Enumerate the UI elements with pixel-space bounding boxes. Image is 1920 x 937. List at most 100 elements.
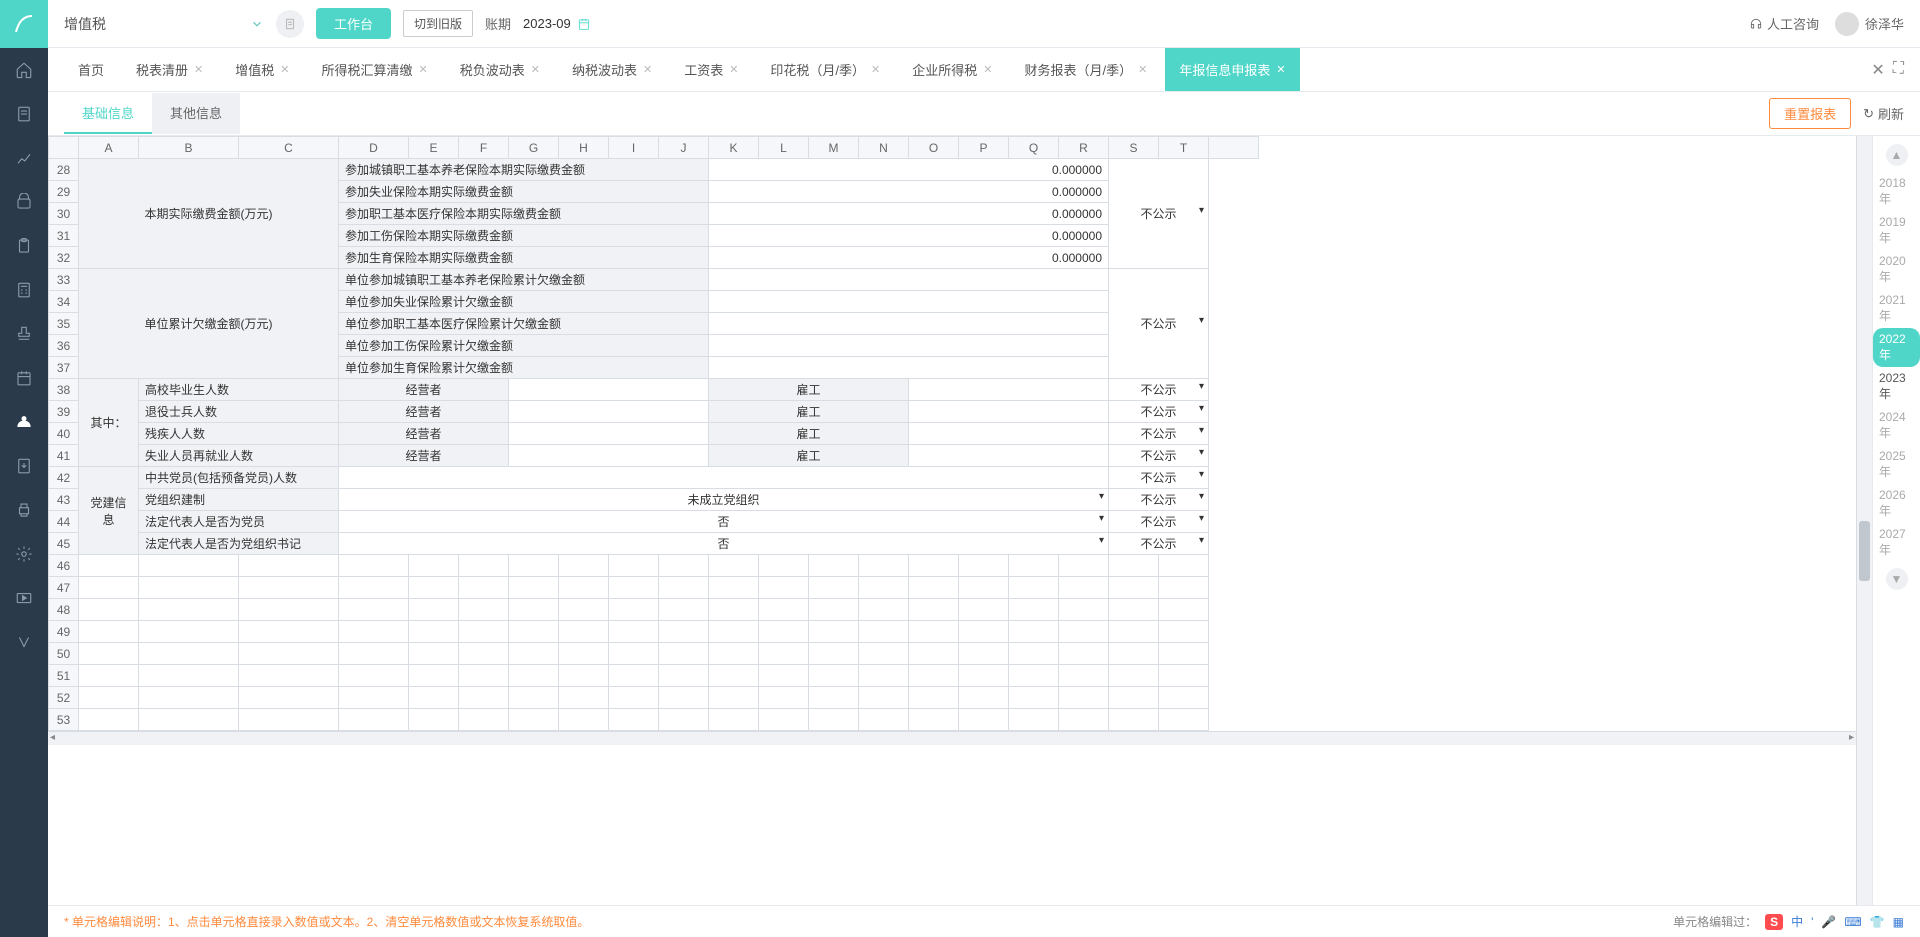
horizontal-scrollbar[interactable] xyxy=(48,731,1856,745)
empty-cell[interactable] xyxy=(1009,555,1059,577)
empty-cell[interactable] xyxy=(409,599,459,621)
empty-cell[interactable] xyxy=(79,621,139,643)
empty-cell[interactable] xyxy=(909,621,959,643)
col-header[interactable]: I xyxy=(609,137,659,159)
tab-close-icon[interactable]: ✕ xyxy=(1276,63,1285,76)
empty-cell[interactable] xyxy=(559,621,609,643)
nav-report-icon[interactable] xyxy=(14,412,34,432)
spreadsheet[interactable]: ABCDEFGHIJKLMNOPQRST28本期实际缴费金额(万元)参加城镇职工… xyxy=(48,136,1856,905)
workbench-button[interactable]: 工作台 xyxy=(316,8,391,39)
col-header[interactable]: J xyxy=(659,137,709,159)
col-header[interactable]: C xyxy=(239,137,339,159)
year-2022年[interactable]: 2022年 xyxy=(1873,328,1920,367)
empty-cell[interactable] xyxy=(139,643,239,665)
empty-cell[interactable] xyxy=(959,555,1009,577)
empty-cell[interactable] xyxy=(1109,555,1159,577)
empty-cell[interactable] xyxy=(659,599,709,621)
doc-icon-button[interactable] xyxy=(276,10,304,38)
vertical-scrollbar[interactable] xyxy=(1856,136,1872,905)
empty-cell[interactable] xyxy=(609,599,659,621)
empty-cell[interactable] xyxy=(139,599,239,621)
empty-cell[interactable] xyxy=(139,555,239,577)
empty-cell[interactable] xyxy=(659,621,709,643)
empty-cell[interactable] xyxy=(339,555,409,577)
publish-dropdown[interactable]: 不公示 xyxy=(1109,423,1209,445)
publish-dropdown[interactable]: 不公示 xyxy=(1109,269,1209,379)
empty-cell[interactable] xyxy=(239,665,339,687)
empty-cell[interactable] xyxy=(559,643,609,665)
empty-cell[interactable] xyxy=(959,687,1009,709)
empty-cell[interactable] xyxy=(509,621,559,643)
col-header[interactable]: G xyxy=(509,137,559,159)
empty-cell[interactable] xyxy=(809,577,859,599)
nav-export-icon[interactable] xyxy=(14,456,34,476)
empty-cell[interactable] xyxy=(239,577,339,599)
cell-value[interactable] xyxy=(709,269,1109,291)
cell-value[interactable]: 0.000000 xyxy=(709,247,1109,269)
empty-cell[interactable] xyxy=(609,709,659,731)
empty-cell[interactable] xyxy=(1009,687,1059,709)
empty-cell[interactable] xyxy=(859,709,909,731)
empty-cell[interactable] xyxy=(509,643,559,665)
tab-4[interactable]: 税负波动表✕ xyxy=(446,48,554,92)
empty-cell[interactable] xyxy=(759,555,809,577)
empty-cell[interactable] xyxy=(79,643,139,665)
empty-cell[interactable] xyxy=(709,665,759,687)
year-2027年[interactable]: 2027年 xyxy=(1873,523,1920,562)
tab-close-icon[interactable]: ✕ xyxy=(194,63,203,76)
tab-3[interactable]: 所得税汇算清缴✕ xyxy=(307,48,441,92)
empty-cell[interactable] xyxy=(1059,621,1109,643)
empty-cell[interactable] xyxy=(459,687,509,709)
empty-cell[interactable] xyxy=(859,687,909,709)
nav-bag-icon[interactable] xyxy=(14,192,34,212)
empty-cell[interactable] xyxy=(1159,577,1209,599)
empty-cell[interactable] xyxy=(609,621,659,643)
empty-cell[interactable] xyxy=(239,687,339,709)
empty-cell[interactable] xyxy=(1159,665,1209,687)
cell-value[interactable]: 0.000000 xyxy=(709,181,1109,203)
col-header[interactable]: K xyxy=(709,137,759,159)
empty-cell[interactable] xyxy=(759,665,809,687)
col-header[interactable]: Q xyxy=(1009,137,1059,159)
empty-cell[interactable] xyxy=(809,665,859,687)
empty-cell[interactable] xyxy=(409,709,459,731)
empty-cell[interactable] xyxy=(139,709,239,731)
empty-cell[interactable] xyxy=(809,643,859,665)
empty-cell[interactable] xyxy=(1109,599,1159,621)
col-header[interactable]: M xyxy=(809,137,859,159)
empty-cell[interactable] xyxy=(1009,709,1059,731)
empty-cell[interactable] xyxy=(559,599,609,621)
col-header[interactable]: R xyxy=(1059,137,1109,159)
empty-cell[interactable] xyxy=(909,643,959,665)
tab-10[interactable]: 年报信息申报表✕ xyxy=(1165,48,1299,92)
cell-value[interactable]: 未成立党组织 xyxy=(339,489,1109,511)
empty-cell[interactable] xyxy=(609,555,659,577)
publish-dropdown[interactable]: 不公示 xyxy=(1109,489,1209,511)
col-header[interactable] xyxy=(49,137,79,159)
empty-cell[interactable] xyxy=(459,621,509,643)
empty-cell[interactable] xyxy=(809,599,859,621)
empty-cell[interactable] xyxy=(1159,621,1209,643)
cell-value[interactable] xyxy=(509,423,709,445)
publish-dropdown[interactable]: 不公示 xyxy=(1109,533,1209,555)
empty-cell[interactable] xyxy=(559,687,609,709)
empty-cell[interactable] xyxy=(1059,599,1109,621)
empty-cell[interactable] xyxy=(959,709,1009,731)
empty-cell[interactable] xyxy=(959,665,1009,687)
col-header[interactable]: E xyxy=(409,137,459,159)
tab-close-icon[interactable]: ✕ xyxy=(871,63,880,76)
empty-cell[interactable] xyxy=(1159,709,1209,731)
nav-print-icon[interactable] xyxy=(14,500,34,520)
empty-cell[interactable] xyxy=(659,643,709,665)
empty-cell[interactable] xyxy=(759,709,809,731)
tab-8[interactable]: 企业所得税✕ xyxy=(898,48,1006,92)
empty-cell[interactable] xyxy=(959,577,1009,599)
tab-close-icon[interactable]: ✕ xyxy=(419,63,428,76)
empty-cell[interactable] xyxy=(509,709,559,731)
year-2018年[interactable]: 2018年 xyxy=(1873,172,1920,211)
empty-cell[interactable] xyxy=(859,665,909,687)
empty-cell[interactable] xyxy=(759,599,809,621)
empty-cell[interactable] xyxy=(909,709,959,731)
year-2025年[interactable]: 2025年 xyxy=(1873,445,1920,484)
publish-dropdown[interactable]: 不公示 xyxy=(1109,159,1209,269)
